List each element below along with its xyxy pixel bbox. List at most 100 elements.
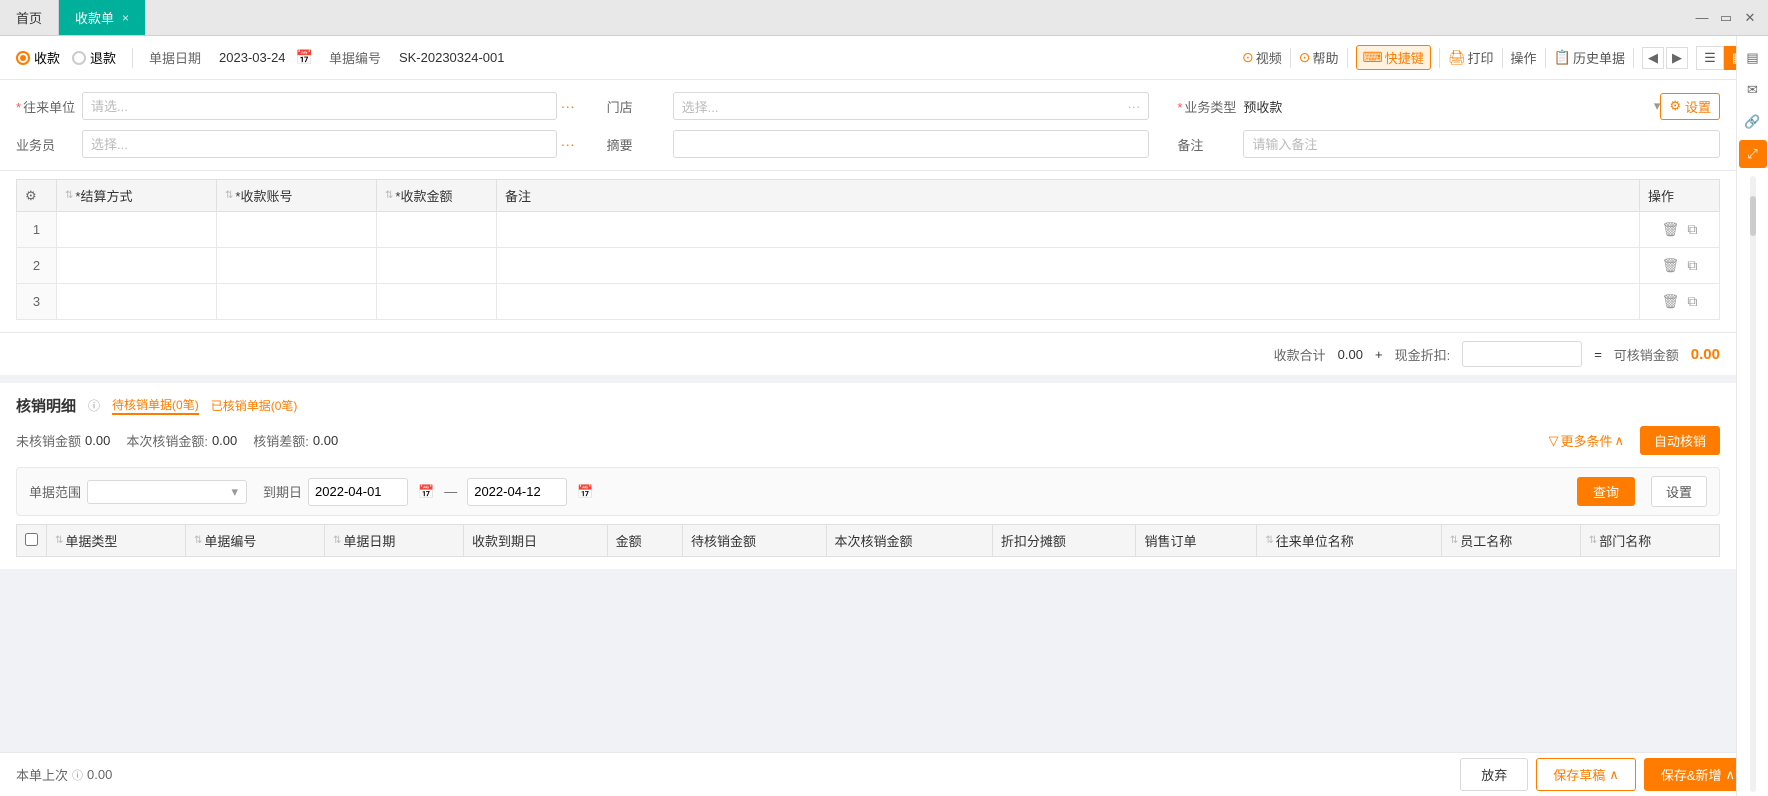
section-divider (0, 375, 1736, 383)
unverified-stat: 未核销金额 0.00 (16, 431, 110, 450)
calendar-to-icon[interactable]: 📅 (577, 484, 593, 500)
video-link[interactable]: ⊙ 视频 (1242, 48, 1282, 67)
settings-button[interactable]: ⚙ 设置 (1660, 93, 1720, 120)
remark-input[interactable] (673, 130, 1150, 158)
tab-done[interactable]: 已核销单据(0笔) (211, 397, 298, 414)
more-conditions-btn[interactable]: ▽ 更多条件 ∧ (1548, 431, 1624, 450)
divider-4 (1439, 48, 1440, 68)
verification-section: 核销明细 ⓘ 待核销单据(0笔) 已核销单据(0笔) 未核销金额 0.00 本次… (0, 383, 1736, 569)
th-amount: ⇅*收款金额 (377, 180, 497, 212)
divider-6 (1545, 48, 1546, 68)
radio-dot-tuikuan (72, 51, 86, 65)
filter-row: 单据范围 ▾ 到期日 📅 — 📅 查询 设置 (16, 467, 1720, 516)
th-gear[interactable]: ⚙ (17, 180, 57, 212)
amount-cell-1[interactable] (377, 212, 497, 248)
sidebar-mail-icon[interactable]: ✉ (1739, 76, 1767, 104)
print-link[interactable]: 🖨 打印 (1448, 48, 1494, 67)
settle-cell-2[interactable] (57, 248, 217, 284)
operate-link[interactable]: 操作 (1511, 48, 1537, 67)
form-section: 往来单位 ··· 门店 选择... ··· 业务类型 预收款 ▾ (0, 80, 1736, 171)
remark-cell-1[interactable] (497, 212, 1640, 248)
store-select[interactable]: 选择... ··· (673, 92, 1150, 120)
shortcut-link[interactable]: ⌨ 快捷键 (1356, 45, 1431, 70)
this-time-stat: 本次核销金额: 0.00 (126, 431, 237, 450)
delete-icon-2[interactable]: 🗑 (1662, 257, 1680, 274)
calendar-from-icon[interactable]: 📅 (418, 484, 434, 500)
th-staff-name: ⇅员工名称 (1441, 525, 1580, 557)
help-link[interactable]: ⊙ 帮助 (1299, 48, 1339, 67)
tab-active[interactable]: 收款单 × (59, 0, 145, 35)
verif-header: 核销明细 ⓘ 待核销单据(0笔) 已核销单据(0笔) (16, 395, 1720, 416)
toolbar: 收款 退款 单据日期 2023-03-24 📅 单据编号 SK-20230324… (0, 36, 1768, 80)
th-pending-amount: 待核销金额 (682, 525, 826, 557)
total-value: 0.00 (1338, 347, 1363, 362)
data-table: ⚙ ⇅*结算方式 ⇅*收款账号 ⇅*收款金额 备注 操作 (16, 179, 1720, 320)
delete-icon-1[interactable]: 🗑 (1662, 221, 1680, 238)
radio-tuikuan[interactable]: 退款 (72, 48, 116, 67)
staff-input[interactable] (82, 130, 557, 158)
verif-title: 核销明细 (16, 395, 76, 416)
verifiable-label: 可核销金额 (1614, 345, 1679, 364)
close-icon[interactable]: × (122, 11, 129, 25)
number-value: SK-20230324-001 (399, 50, 505, 65)
settle-cell-1[interactable] (57, 212, 217, 248)
delete-icon-3[interactable]: 🗑 (1662, 293, 1680, 310)
minimize-button[interactable]: — (1692, 8, 1712, 28)
staff-more-btn[interactable]: ··· (557, 136, 579, 152)
date-to-input[interactable] (467, 478, 567, 506)
th-doc-type: ⇅单据类型 (47, 525, 186, 557)
close-button[interactable]: ✕ (1740, 8, 1760, 28)
verif-settings-button[interactable]: 设置 (1651, 476, 1707, 507)
sidebar-link-icon[interactable]: 🔗 (1739, 108, 1767, 136)
counterpart-input[interactable] (82, 92, 557, 120)
select-all-checkbox[interactable] (25, 533, 38, 546)
scrollbar-thumb[interactable] (1750, 196, 1756, 236)
amount-cell-2[interactable] (377, 248, 497, 284)
tab-pending[interactable]: 待核销单据(0笔) (112, 396, 199, 415)
restore-button[interactable]: ▭ (1716, 8, 1736, 28)
th-settle: ⇅*结算方式 (57, 180, 217, 212)
remark-cell-2[interactable] (497, 248, 1640, 284)
discard-button[interactable]: 放弃 (1460, 758, 1528, 791)
date-from-input[interactable] (308, 478, 408, 506)
copy-icon-3[interactable]: ⧉ (1687, 293, 1697, 310)
staff-label: 业务员 (16, 135, 76, 154)
info-icon[interactable]: ⓘ (88, 397, 100, 414)
query-button[interactable]: 查询 (1577, 477, 1635, 506)
discount-input[interactable] (1462, 341, 1582, 367)
row-num-2: 2 (17, 248, 57, 284)
auto-verify-button[interactable]: 自动核销 (1640, 426, 1720, 455)
settle-cell-3[interactable] (57, 284, 217, 320)
account-cell-1[interactable] (217, 212, 377, 248)
note-input[interactable] (1243, 130, 1720, 158)
date-field: 单据日期 2023-03-24 📅 (149, 48, 313, 67)
action-cell-1: 🗑 ⧉ (1640, 212, 1720, 248)
radio-tuikuan-label: 退款 (90, 48, 116, 67)
th-action: 操作 (1640, 180, 1720, 212)
sidebar-expand-icon[interactable]: ⤢ (1739, 140, 1767, 168)
calendar-icon[interactable]: 📅 (296, 49, 313, 66)
counterpart-more-btn[interactable]: ··· (557, 98, 579, 114)
remark-cell-3[interactable] (497, 284, 1640, 320)
equals-sign: = (1594, 347, 1602, 362)
copy-icon-2[interactable]: ⧉ (1687, 257, 1697, 274)
copy-icon-1[interactable]: ⧉ (1687, 221, 1697, 238)
account-cell-3[interactable] (217, 284, 377, 320)
next-arrow[interactable]: ▶ (1666, 47, 1688, 69)
video-label: 视频 (1256, 48, 1282, 67)
sidebar-table-icon[interactable]: ▤ (1739, 44, 1767, 72)
range-select[interactable]: ▾ (87, 480, 247, 504)
account-cell-2[interactable] (217, 248, 377, 284)
tab-home[interactable]: 首页 (0, 0, 59, 35)
amount-cell-3[interactable] (377, 284, 497, 320)
biztype-value: 预收款 (1243, 97, 1282, 116)
window-controls: — ▭ ✕ (1692, 8, 1768, 28)
list-view-btn[interactable]: ☰ (1696, 46, 1724, 70)
save-draft-button[interactable]: 保存草稿 ∧ (1536, 758, 1636, 791)
history-link[interactable]: 📋 历史单据 (1554, 48, 1625, 67)
tab-active-label: 收款单 (75, 8, 114, 27)
prev-arrow[interactable]: ◀ (1642, 47, 1664, 69)
radio-shoukuan[interactable]: 收款 (16, 48, 60, 67)
this-time-label: 本次核销金额: (126, 431, 208, 450)
print-label: 打印 (1468, 48, 1494, 67)
